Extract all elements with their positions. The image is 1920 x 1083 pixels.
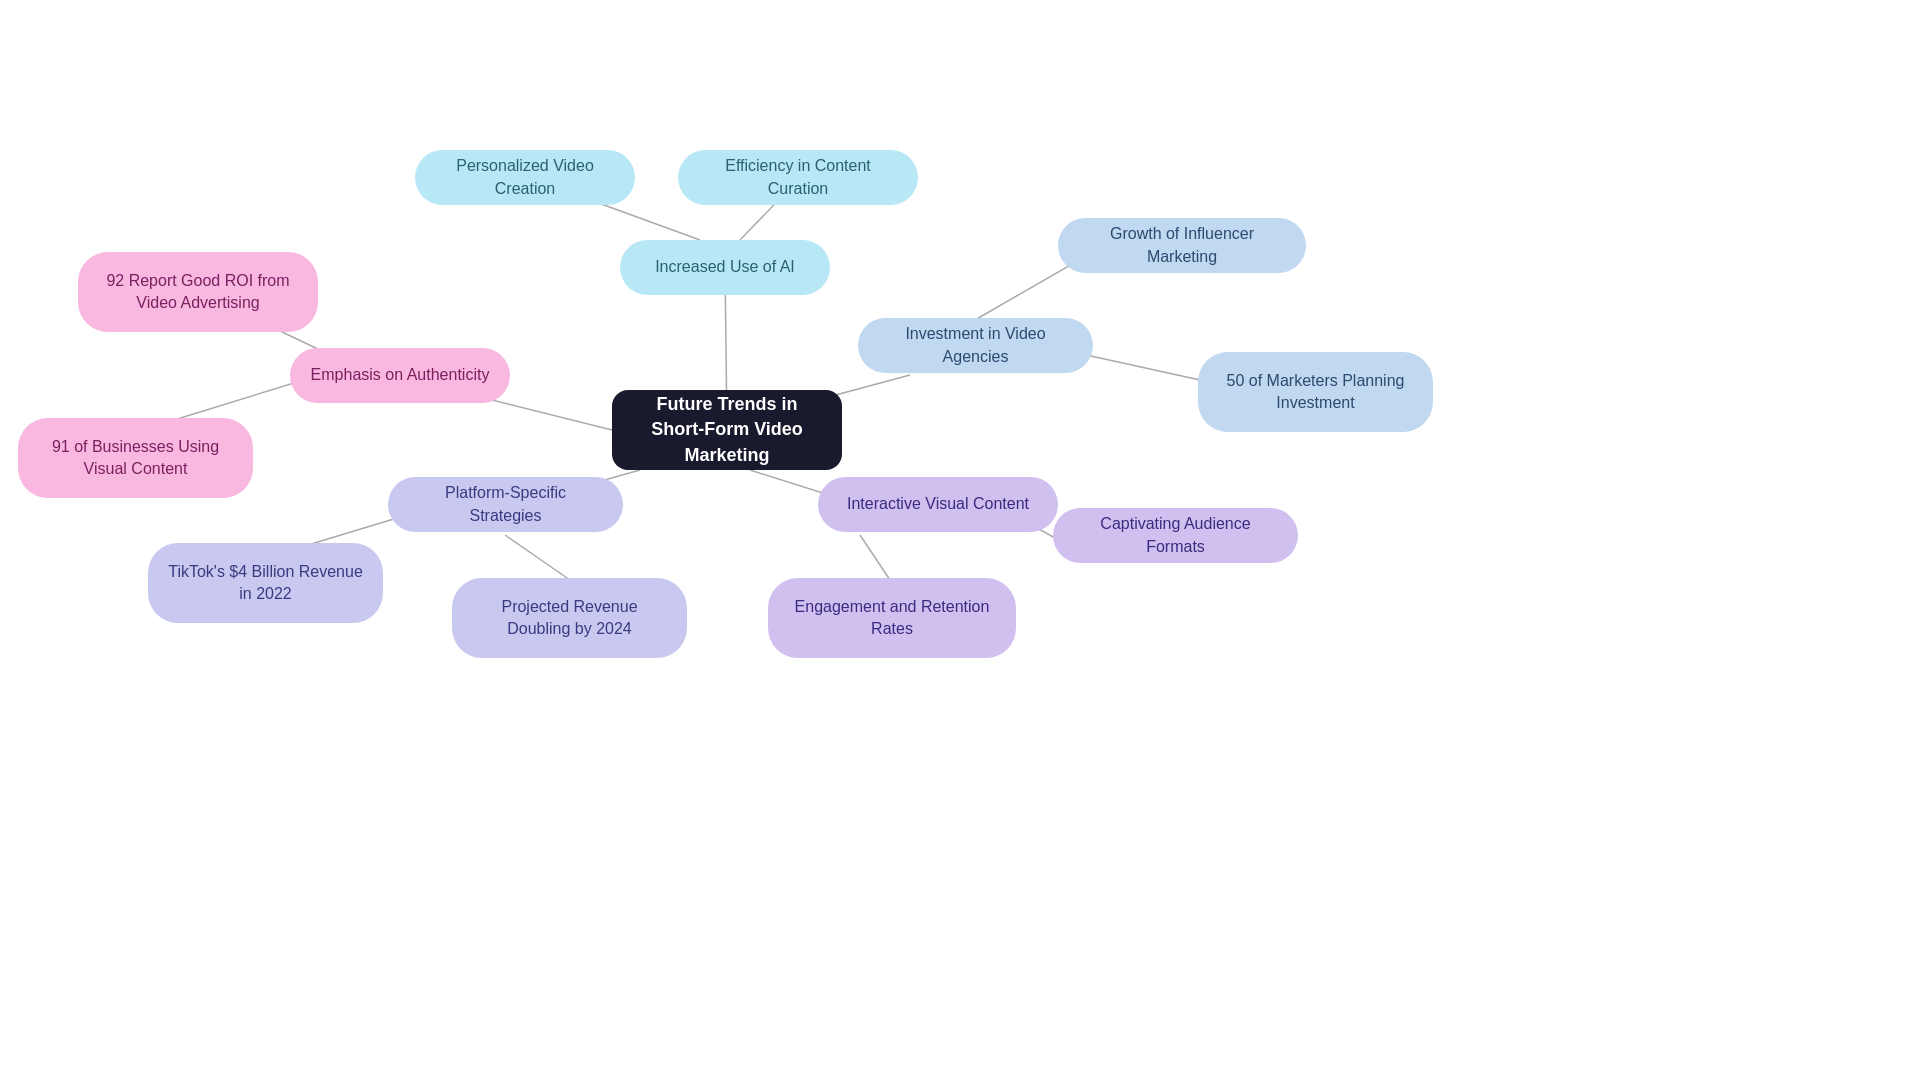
node-platform-strategies: Platform-Specific Strategies [388,477,623,532]
node-growth-influencer: Growth of Influencer Marketing [1058,218,1306,273]
node-roi-video: 92 Report Good ROI from Video Advertisin… [78,252,318,332]
center-node: Future Trends in Short-Form Video Market… [612,390,842,470]
node-increased-ai: Increased Use of AI [620,240,830,295]
node-captivating-formats: Captivating Audience Formats [1053,508,1298,563]
node-projected-revenue: Projected Revenue Doubling by 2024 [452,578,687,658]
node-emphasis-authenticity: Emphasis on Authenticity [290,348,510,403]
node-marketers-planning: 50 of Marketers Planning Investment [1198,352,1433,432]
node-personalized-video: Personalized Video Creation [415,150,635,205]
node-investment-video: Investment in Video Agencies [858,318,1093,373]
node-engagement-retention: Engagement and Retention Rates [768,578,1016,658]
node-tiktok-revenue: TikTok's $4 Billion Revenue in 2022 [148,543,383,623]
svg-line-8 [505,535,570,580]
connections-svg [0,0,1920,1083]
node-interactive-visual: Interactive Visual Content [818,477,1058,532]
node-businesses-visual: 91 of Businesses Using Visual Content [18,418,253,498]
svg-line-10 [860,535,890,580]
mind-map: Future Trends in Short-Form Video Market… [0,0,1920,1083]
node-efficiency-content: Efficiency in Content Curation [678,150,918,205]
